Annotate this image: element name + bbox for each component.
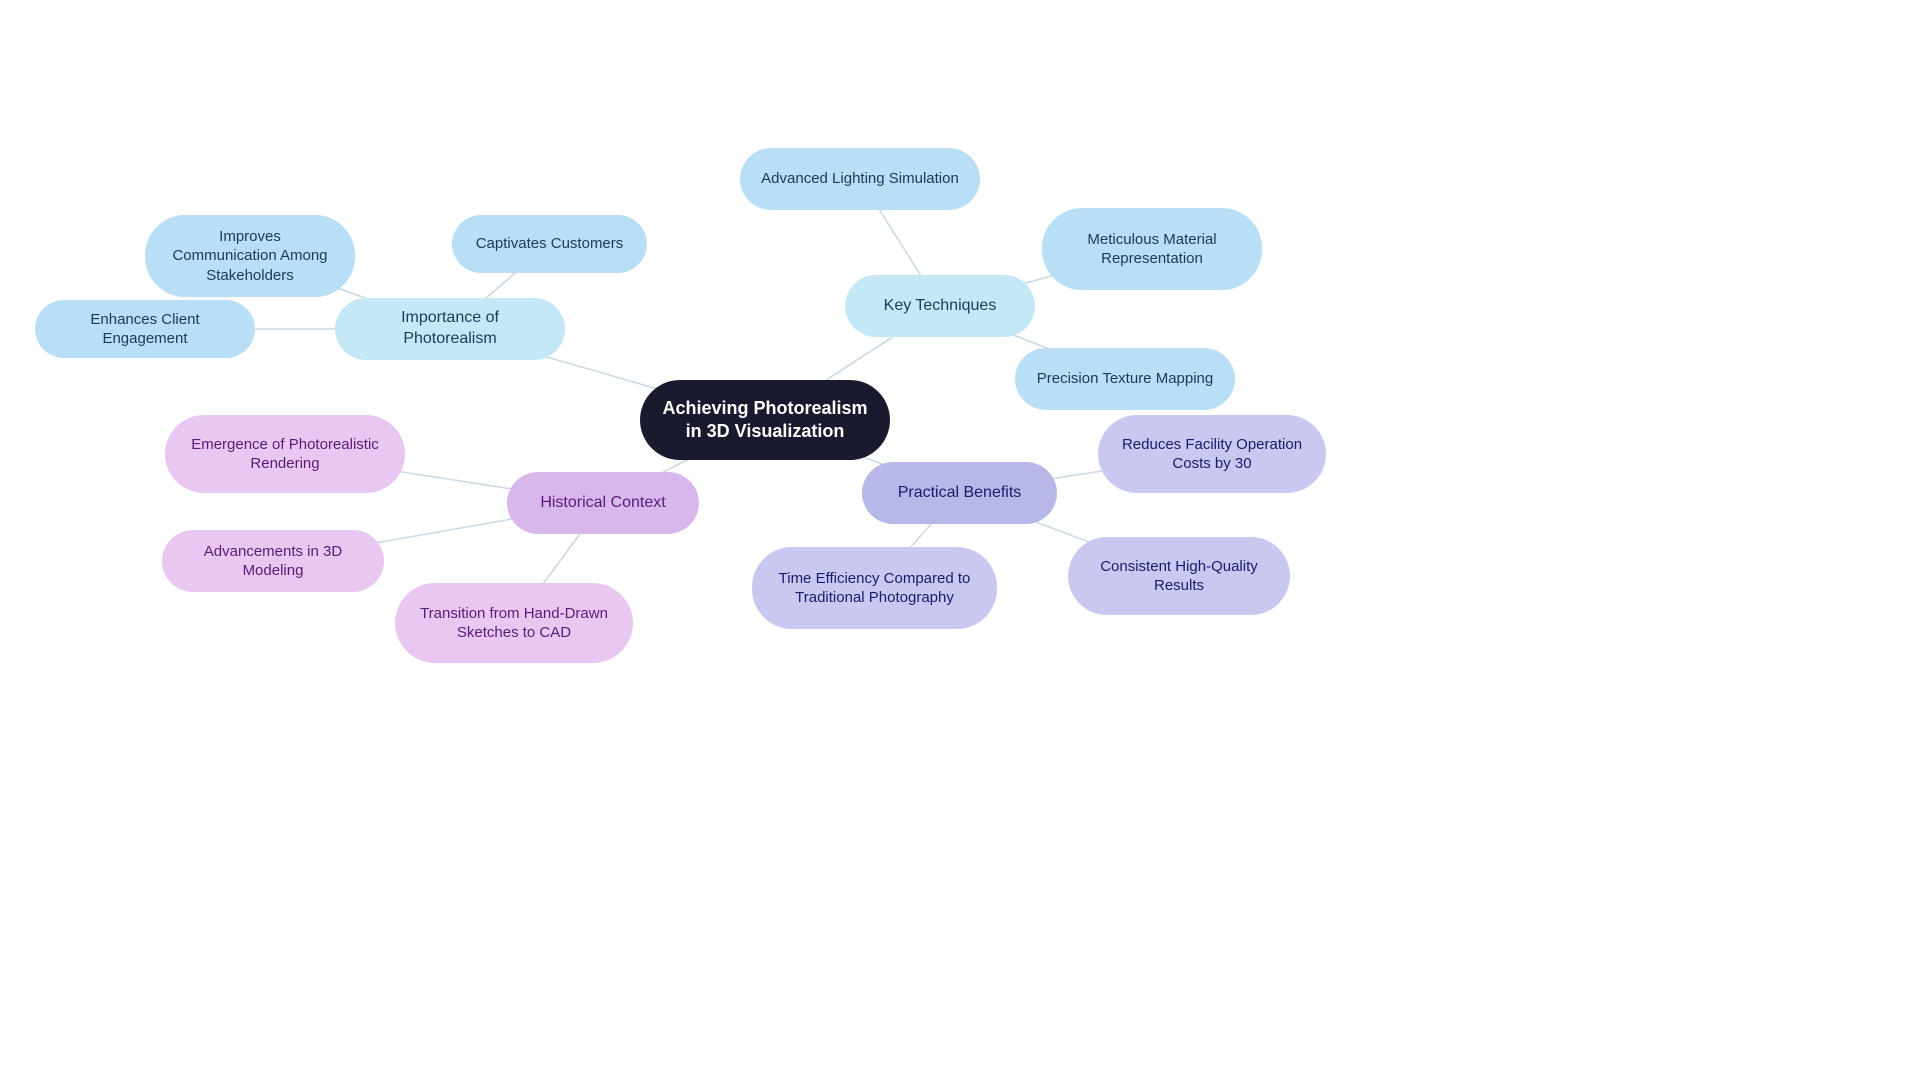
importance-node[interactable]: Importance of Photorealism [335, 298, 565, 360]
captivates-node[interactable]: Captivates Customers [452, 215, 647, 273]
consistent-quality-node[interactable]: Consistent High-Quality Results [1068, 537, 1290, 615]
key-techniques-node[interactable]: Key Techniques [845, 275, 1035, 337]
historical-context-node[interactable]: Historical Context [507, 472, 699, 534]
practical-benefits-node[interactable]: Practical Benefits [862, 462, 1057, 524]
meticulous-material-node[interactable]: Meticulous Material Representation [1042, 208, 1262, 290]
transition-node[interactable]: Transition from Hand-Drawn Sketches to C… [395, 583, 633, 663]
center-node[interactable]: Achieving Photorealism in 3D Visualizati… [640, 380, 890, 460]
advanced-lighting-node[interactable]: Advanced Lighting Simulation [740, 148, 980, 210]
enhances-node[interactable]: Enhances Client Engagement [35, 300, 255, 358]
improves-comm-node[interactable]: Improves Communication Among Stakeholder… [145, 215, 355, 297]
reduces-facility-node[interactable]: Reduces Facility Operation Costs by 30 [1098, 415, 1326, 493]
advancements-node[interactable]: Advancements in 3D Modeling [162, 530, 384, 592]
time-efficiency-node[interactable]: Time Efficiency Compared to Traditional … [752, 547, 997, 629]
precision-texture-node[interactable]: Precision Texture Mapping [1015, 348, 1235, 410]
emergence-node[interactable]: Emergence of Photorealistic Rendering [165, 415, 405, 493]
